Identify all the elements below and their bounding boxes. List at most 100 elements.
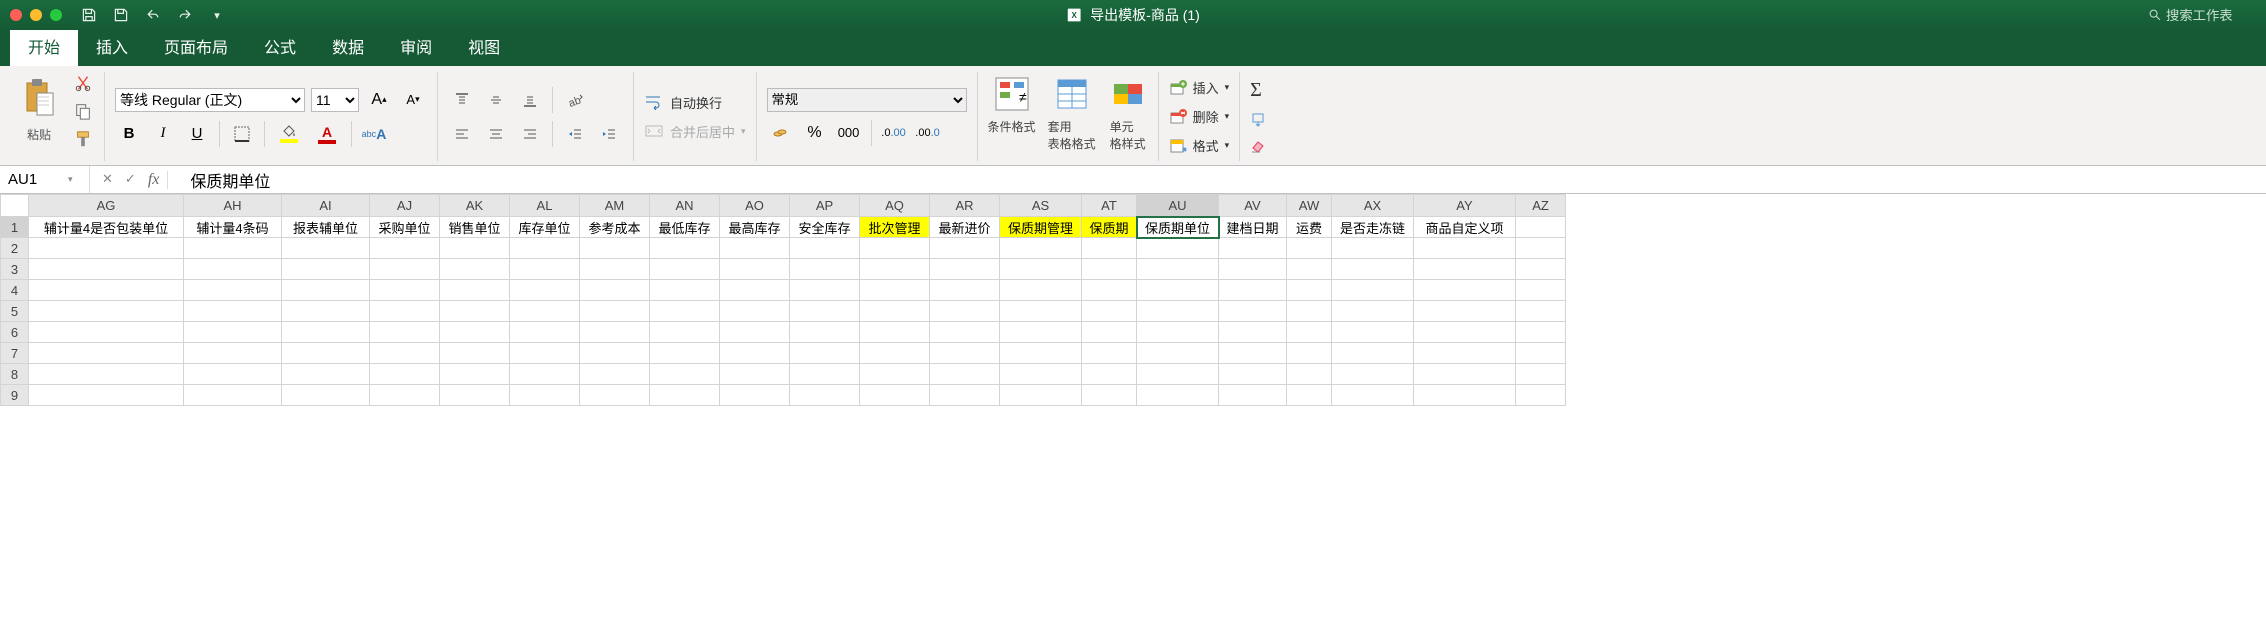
format-cells-button[interactable]: 格式▾ — [1169, 135, 1230, 156]
cell-AV4[interactable] — [1219, 280, 1287, 301]
cell-AX8[interactable] — [1332, 364, 1414, 385]
wrap-text-button[interactable]: 自动换行 — [644, 92, 746, 113]
cell-AH7[interactable] — [184, 343, 282, 364]
align-top-icon[interactable] — [448, 87, 476, 113]
tab-insert[interactable]: 插入 — [78, 26, 146, 66]
cell-AI1[interactable]: 报表辅单位 — [282, 217, 370, 238]
column-header-AP[interactable]: AP — [790, 195, 860, 217]
cell-AL6[interactable] — [510, 322, 580, 343]
font-size-select[interactable]: 11 — [311, 88, 359, 112]
cell-AR8[interactable] — [930, 364, 1000, 385]
decrease-decimal-icon[interactable]: .00.0 — [914, 120, 942, 146]
row-header-5[interactable]: 5 — [1, 301, 29, 322]
row-header-2[interactable]: 2 — [1, 238, 29, 259]
cell-AT4[interactable] — [1082, 280, 1137, 301]
cell-AX2[interactable] — [1332, 238, 1414, 259]
paste-button[interactable] — [18, 72, 60, 122]
clear-button[interactable] — [1250, 137, 1266, 155]
cell-AO1[interactable]: 最高库存 — [720, 217, 790, 238]
cell-AX9[interactable] — [1332, 385, 1414, 406]
row-header-9[interactable]: 9 — [1, 385, 29, 406]
delete-cells-button[interactable]: 删除▾ — [1169, 106, 1230, 127]
cell-AL1[interactable]: 库存单位 — [510, 217, 580, 238]
cell-AN2[interactable] — [650, 238, 720, 259]
cell-AM4[interactable] — [580, 280, 650, 301]
cell-AI6[interactable] — [282, 322, 370, 343]
align-center-icon[interactable] — [482, 121, 510, 147]
cell-AJ8[interactable] — [370, 364, 440, 385]
cell-AM6[interactable] — [580, 322, 650, 343]
percent-icon[interactable]: % — [801, 120, 829, 146]
cell-AU6[interactable] — [1137, 322, 1219, 343]
cell-AM7[interactable] — [580, 343, 650, 364]
bold-button[interactable]: B — [115, 121, 143, 147]
merge-center-button[interactable]: 合并后居中 ▾ — [644, 121, 746, 142]
cell-AU2[interactable] — [1137, 238, 1219, 259]
cell-AV3[interactable] — [1219, 259, 1287, 280]
cell-AH5[interactable] — [184, 301, 282, 322]
cell-AT5[interactable] — [1082, 301, 1137, 322]
cell-AH6[interactable] — [184, 322, 282, 343]
cell-AP1[interactable]: 安全库存 — [790, 217, 860, 238]
cell-AK6[interactable] — [440, 322, 510, 343]
cell-AZ1[interactable] — [1516, 217, 1566, 238]
copy-icon[interactable] — [72, 100, 94, 122]
cell-AM2[interactable] — [580, 238, 650, 259]
cell-AI3[interactable] — [282, 259, 370, 280]
cell-AL7[interactable] — [510, 343, 580, 364]
column-header-AQ[interactable]: AQ — [860, 195, 930, 217]
column-header-AY[interactable]: AY — [1414, 195, 1516, 217]
decrease-font-icon[interactable]: A▾ — [399, 87, 427, 113]
cell-AW9[interactable] — [1287, 385, 1332, 406]
cell-reference-input[interactable] — [8, 171, 68, 188]
minimize-window-button[interactable] — [30, 9, 42, 21]
cell-AV5[interactable] — [1219, 301, 1287, 322]
cell-AL5[interactable] — [510, 301, 580, 322]
column-header-AZ[interactable]: AZ — [1516, 195, 1566, 217]
orientation-icon[interactable]: ab — [561, 87, 589, 113]
row-header-8[interactable]: 8 — [1, 364, 29, 385]
fill-color-button[interactable] — [273, 121, 305, 147]
cell-AP5[interactable] — [790, 301, 860, 322]
cell-AM5[interactable] — [580, 301, 650, 322]
cell-AG4[interactable] — [29, 280, 184, 301]
cell-AT3[interactable] — [1082, 259, 1137, 280]
column-header-AT[interactable]: AT — [1082, 195, 1137, 217]
cell-AN9[interactable] — [650, 385, 720, 406]
cell-AT6[interactable] — [1082, 322, 1137, 343]
increase-indent-icon[interactable] — [595, 121, 623, 147]
cell-AQ1[interactable]: 批次管理 — [860, 217, 930, 238]
column-header-AU[interactable]: AU — [1137, 195, 1219, 217]
cell-AN5[interactable] — [650, 301, 720, 322]
cell-AS3[interactable] — [1000, 259, 1082, 280]
column-header-AG[interactable]: AG — [29, 195, 184, 217]
cell-AK2[interactable] — [440, 238, 510, 259]
row-header-7[interactable]: 7 — [1, 343, 29, 364]
cell-AJ2[interactable] — [370, 238, 440, 259]
cell-AM9[interactable] — [580, 385, 650, 406]
cell-AK1[interactable]: 销售单位 — [440, 217, 510, 238]
cell-AY3[interactable] — [1414, 259, 1516, 280]
cell-AO2[interactable] — [720, 238, 790, 259]
cell-AM3[interactable] — [580, 259, 650, 280]
maximize-window-button[interactable] — [50, 9, 62, 21]
cell-AR5[interactable] — [930, 301, 1000, 322]
cell-AK4[interactable] — [440, 280, 510, 301]
cell-AJ1[interactable]: 采购单位 — [370, 217, 440, 238]
cell-AL2[interactable] — [510, 238, 580, 259]
comma-icon[interactable]: 000 — [835, 120, 863, 146]
cell-AH1[interactable]: 辅计量4条码 — [184, 217, 282, 238]
cell-AI7[interactable] — [282, 343, 370, 364]
cell-AK7[interactable] — [440, 343, 510, 364]
cell-AP6[interactable] — [790, 322, 860, 343]
cell-AG3[interactable] — [29, 259, 184, 280]
cell-AU7[interactable] — [1137, 343, 1219, 364]
cell-AS2[interactable] — [1000, 238, 1082, 259]
cell-AZ9[interactable] — [1516, 385, 1566, 406]
cell-AV7[interactable] — [1219, 343, 1287, 364]
cell-AY8[interactable] — [1414, 364, 1516, 385]
column-header-AM[interactable]: AM — [580, 195, 650, 217]
cell-AY7[interactable] — [1414, 343, 1516, 364]
column-header-AN[interactable]: AN — [650, 195, 720, 217]
search-sheet[interactable] — [2148, 8, 2256, 23]
